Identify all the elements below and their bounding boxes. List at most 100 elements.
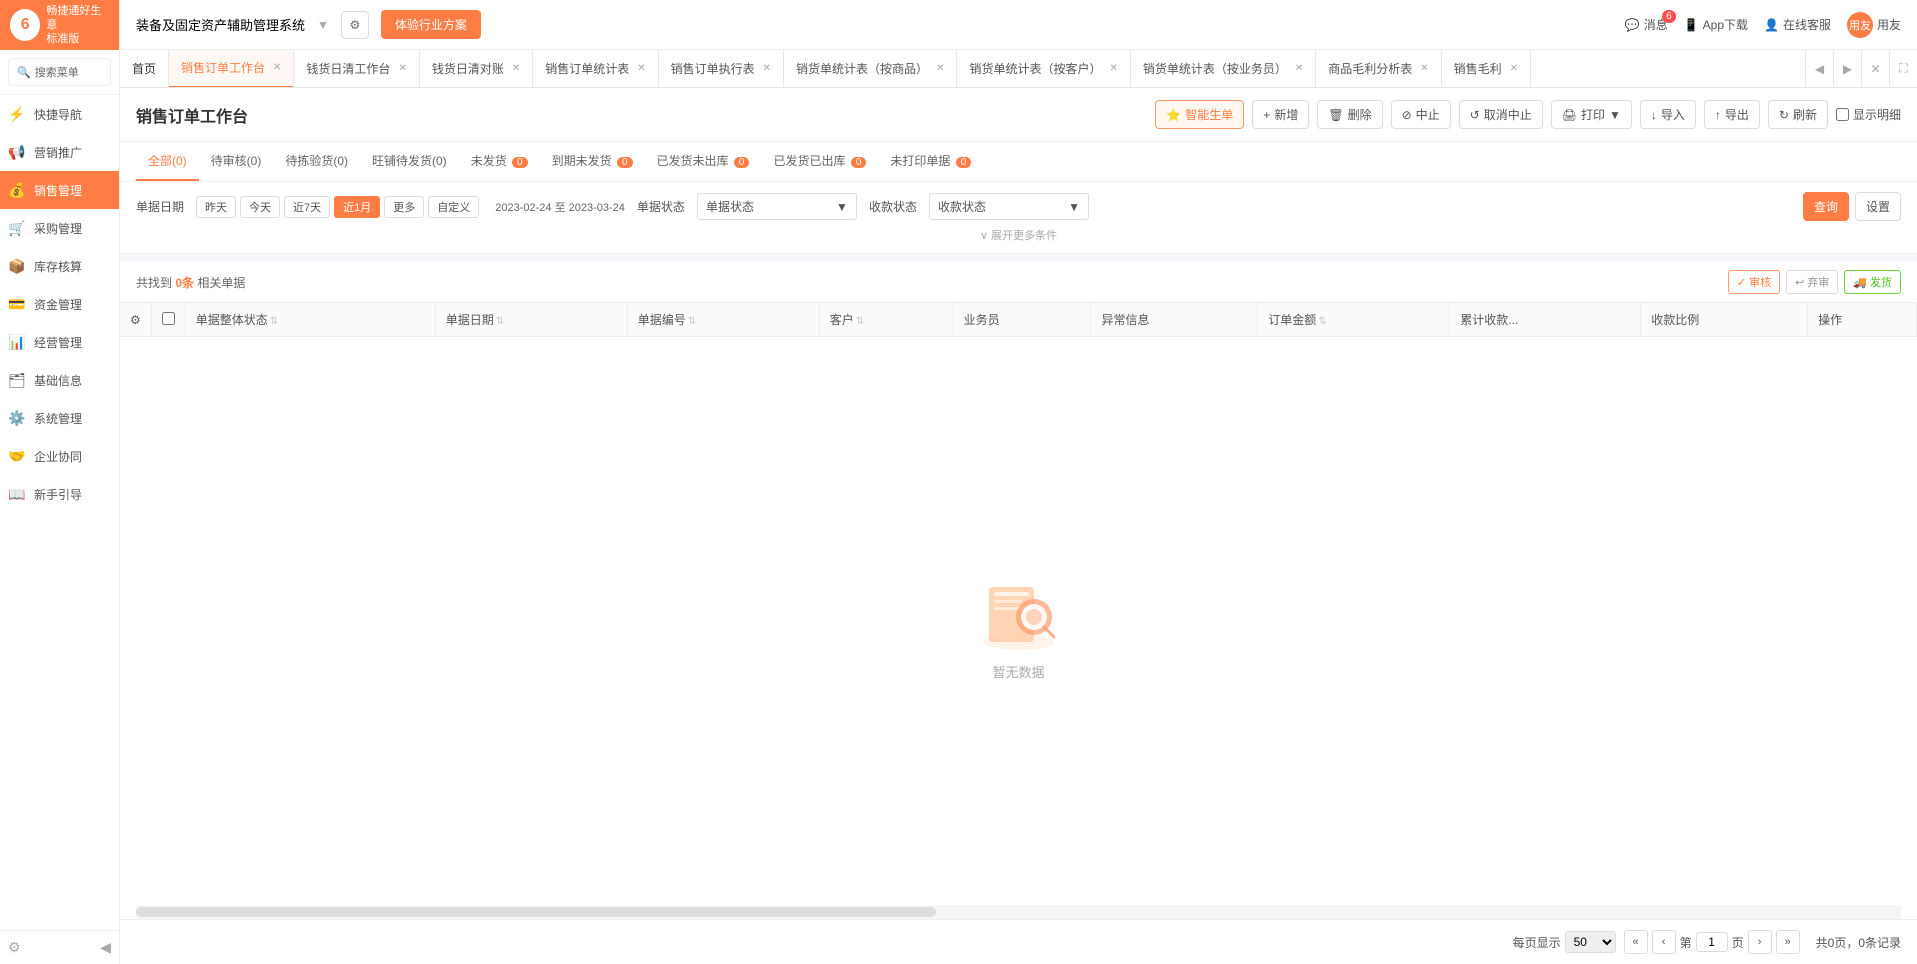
sidebar-item-system[interactable]: ⚙️ 系统管理	[0, 399, 119, 437]
query-button[interactable]: 查询	[1803, 192, 1849, 221]
sidebar-item-guide[interactable]: 📖 新手引导	[0, 475, 119, 513]
subtab-not-printed[interactable]: 未打印单据 0	[878, 142, 983, 181]
tab-sales-stat-customer[interactable]: 销货单统计表（按客户） ✕	[957, 50, 1130, 88]
tab-sales-stat-staff[interactable]: 销货单统计表（按业务员） ✕	[1131, 50, 1316, 88]
tab-close-sales-stat-product[interactable]: ✕	[936, 63, 944, 74]
sidebar-item-operations[interactable]: 📊 经营管理	[0, 323, 119, 361]
pagination: 每页显示 20 50 100 « ‹ 第 页 ›	[120, 919, 1917, 964]
col-amount[interactable]: 订单金额⇅	[1258, 303, 1450, 337]
revoke-button[interactable]: ↩ 弃审	[1786, 270, 1838, 294]
trial-button[interactable]: 体验行业方案	[381, 10, 481, 39]
col-config[interactable]: ⚙	[120, 303, 151, 337]
tab-close-button[interactable]: ✕	[1861, 50, 1889, 88]
tab-close-sales-stat-customer[interactable]: ✕	[1109, 63, 1117, 74]
tab-sales-profit[interactable]: 销售毛利 ✕	[1442, 50, 1531, 88]
sidebar-item-sales[interactable]: 💰 销售管理	[0, 171, 119, 209]
subtab-pending-review[interactable]: 待审核(0)	[199, 142, 274, 181]
tab-close-cash-goods[interactable]: ✕	[512, 63, 520, 74]
tab-close-cashier-daily[interactable]: ✕	[398, 63, 406, 74]
tab-sales-workbench[interactable]: 销售订单工作台 ✕	[169, 50, 294, 88]
scroll-thumb[interactable]	[136, 907, 936, 917]
delete-button[interactable]: 🗑 删除	[1317, 100, 1382, 129]
tab-sales-stat-product[interactable]: 销货单统计表（按商品） ✕	[784, 50, 957, 88]
app-download-button[interactable]: 📱 App下载	[1684, 16, 1748, 33]
tab-maximize-button[interactable]: ⛶	[1889, 50, 1917, 88]
online-service-button[interactable]: 👤 在线客服	[1764, 16, 1831, 33]
date-today-button[interactable]: 今天	[240, 196, 280, 218]
sidebar-item-basics[interactable]: 🗂 基础信息	[0, 361, 119, 399]
col-salesman[interactable]: 业务员	[953, 303, 1091, 337]
user-avatar: 用友	[1847, 12, 1873, 38]
date-more-button[interactable]: 更多	[384, 196, 424, 218]
subtab-not-shipped[interactable]: 未发货 0	[459, 142, 540, 181]
date-1month-button[interactable]: 近1月	[334, 196, 380, 218]
filter-settings-button[interactable]: 设置	[1855, 192, 1901, 221]
col-number[interactable]: 单据编号⇅	[627, 303, 819, 337]
inventory-icon: 📦	[8, 257, 26, 275]
sidebar-item-quick-nav[interactable]: ⚡ 快捷导航	[0, 95, 119, 133]
sidebar-item-marketing[interactable]: 📢 营销推广	[0, 133, 119, 171]
show-detail-label[interactable]: 显示明细	[1836, 106, 1901, 123]
subtab-expired-not-shipped[interactable]: 到期未发货 0	[540, 142, 645, 181]
subtab-wangpu[interactable]: 旺铺待发货(0)	[360, 142, 459, 181]
tab-cash-goods[interactable]: 钱货日清对账 ✕	[420, 50, 533, 88]
col-checkbox[interactable]	[151, 303, 185, 337]
sidebar-item-finance[interactable]: 💳 资金管理	[0, 285, 119, 323]
last-page-button[interactable]: »	[1776, 930, 1800, 954]
subtab-pending-inspect[interactable]: 待拣验货(0)	[273, 142, 360, 181]
tab-close-sales-profit[interactable]: ✕	[1510, 63, 1518, 74]
first-page-button[interactable]: «	[1624, 930, 1648, 954]
select-all-checkbox[interactable]	[162, 312, 175, 325]
tab-prev-button[interactable]: ◀	[1805, 50, 1833, 88]
payment-status-select[interactable]: 收款状态 ▼	[929, 193, 1089, 220]
date-custom-button[interactable]: 自定义	[428, 196, 479, 218]
cancel-stop-button[interactable]: ↺ 取消中止	[1459, 100, 1543, 129]
ship-button[interactable]: 🚚 发货	[1844, 270, 1901, 294]
topbar-settings-button[interactable]: ⚙	[341, 11, 369, 39]
next-page-button[interactable]: ›	[1748, 930, 1772, 954]
search-menu-button[interactable]: 🔍 搜索菜单	[8, 58, 111, 86]
tab-close-product-margin[interactable]: ✕	[1420, 63, 1428, 74]
tab-close-sales-exec[interactable]: ✕	[763, 63, 771, 74]
show-detail-checkbox[interactable]	[1836, 108, 1849, 121]
sidebar-item-enterprise[interactable]: 🤝 企业协同	[0, 437, 119, 475]
stop-button[interactable]: ⊘ 中止	[1391, 100, 1451, 129]
tab-close-sales-workbench[interactable]: ✕	[273, 62, 281, 73]
sidebar-item-purchase[interactable]: 🛒 采购管理	[0, 209, 119, 247]
date-yesterday-button[interactable]: 昨天	[196, 196, 236, 218]
messages-button[interactable]: 💬 消息 6	[1625, 16, 1668, 33]
page-size-dropdown[interactable]: 20 50 100	[1565, 931, 1616, 953]
import-button[interactable]: ↓ 导入	[1640, 100, 1696, 129]
approve-button[interactable]: ✓ 审核	[1728, 270, 1780, 294]
settings-bottom-icon[interactable]: ⚙	[8, 939, 21, 956]
tab-close-sales-stat[interactable]: ✕	[637, 63, 645, 74]
tab-cashier-daily[interactable]: 钱货日清工作台 ✕	[294, 50, 419, 88]
date-7days-button[interactable]: 近7天	[284, 196, 330, 218]
prev-page-button[interactable]: ‹	[1652, 930, 1676, 954]
col-date[interactable]: 单据日期⇅	[435, 303, 627, 337]
collapse-sidebar-button[interactable]: ◀	[100, 939, 111, 956]
tab-next-button[interactable]: ▶	[1833, 50, 1861, 88]
subtab-shipped-not-warehouse[interactable]: 已发货未出库 0	[645, 142, 762, 181]
subtab-all[interactable]: 全部(0)	[136, 142, 199, 181]
tab-sales-exec[interactable]: 销售订单执行表 ✕	[659, 50, 784, 88]
add-button[interactable]: + 新增	[1252, 100, 1309, 129]
expired-not-shipped-badge: 0	[617, 157, 633, 168]
print-button[interactable]: 🖨 打印 ▼	[1551, 100, 1632, 129]
bill-status-select[interactable]: 单据状态 ▼	[697, 193, 857, 220]
page-number-input[interactable]	[1696, 932, 1728, 952]
subtab-shipped-out[interactable]: 已发货已出库 0	[761, 142, 878, 181]
user-button[interactable]: 用友 用友	[1847, 12, 1901, 38]
wizard-button[interactable]: ⭐ 智能生单	[1155, 100, 1244, 129]
export-button[interactable]: ↑ 导出	[1704, 100, 1760, 129]
tab-close-sales-stat-staff[interactable]: ✕	[1295, 63, 1303, 74]
tab-home[interactable]: 首页	[120, 50, 169, 88]
horizontal-scrollbar[interactable]	[136, 905, 1901, 919]
tab-product-margin[interactable]: 商品毛利分析表 ✕	[1316, 50, 1441, 88]
col-customer[interactable]: 客户⇅	[819, 303, 953, 337]
sidebar-search: 🔍 搜索菜单	[0, 50, 119, 95]
expand-more-button[interactable]: ∨ 展开更多条件	[980, 227, 1057, 243]
refresh-button[interactable]: ↻ 刷新	[1768, 100, 1828, 129]
tab-sales-stat[interactable]: 销售订单统计表 ✕	[533, 50, 658, 88]
sidebar-item-inventory[interactable]: 📦 库存核算	[0, 247, 119, 285]
